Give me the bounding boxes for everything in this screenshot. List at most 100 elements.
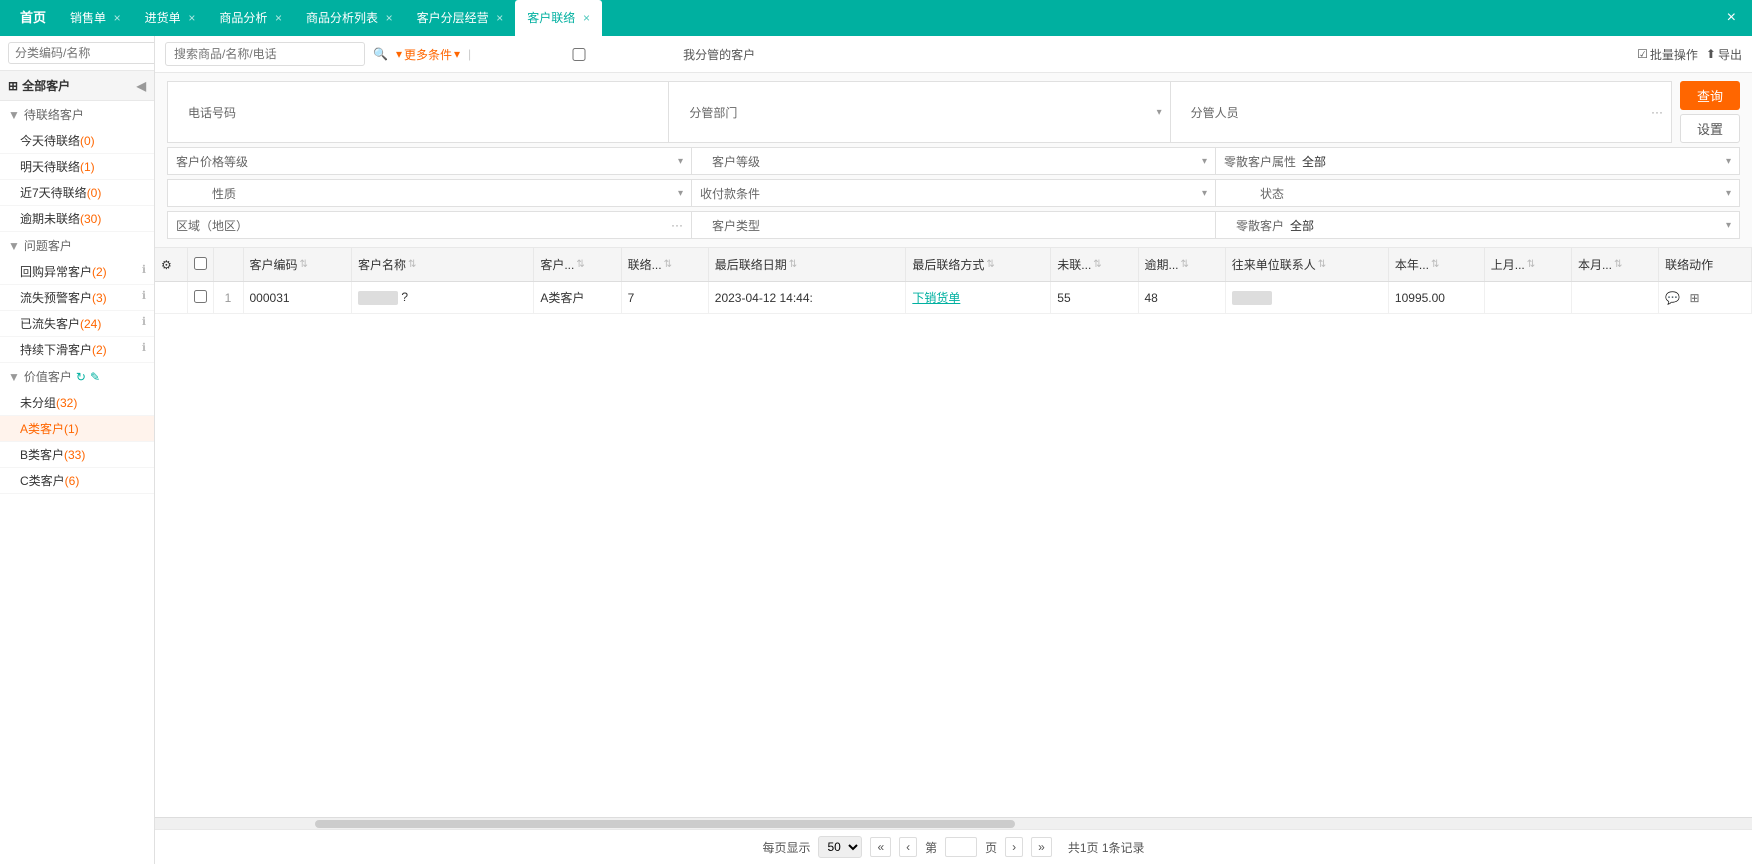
last-page-btn[interactable]: » bbox=[1031, 837, 1052, 857]
sidebar-collapse-icon[interactable] bbox=[137, 79, 146, 93]
edit-icon[interactable]: ✎ bbox=[90, 370, 100, 384]
sidebar-item-holding[interactable]: 持续下滑客户(2) ℹ bbox=[0, 337, 154, 363]
next-page-btn[interactable]: › bbox=[1005, 837, 1023, 857]
sidebar-item-a-class[interactable]: A类客户(1) bbox=[0, 416, 154, 442]
sort-icon-code[interactable]: ⇅ bbox=[300, 259, 308, 270]
sidebar-item-c-class[interactable]: C类客户(6) bbox=[0, 468, 154, 494]
gear-icon[interactable] bbox=[161, 258, 172, 272]
refresh-icon[interactable]: ↻ bbox=[76, 370, 86, 384]
col-this-month[interactable]: 本月... ⇅ bbox=[1571, 248, 1658, 282]
sidebar-item-b-class[interactable]: B类客户(33) bbox=[0, 442, 154, 468]
sort-icon-last-month[interactable]: ⇅ bbox=[1527, 259, 1535, 270]
sort-icon-no-contact[interactable]: ⇅ bbox=[1093, 259, 1101, 270]
col-last-contact-date[interactable]: 最后联络日期 ⇅ bbox=[708, 248, 906, 282]
col-settings[interactable] bbox=[155, 248, 187, 282]
filter-search-icon[interactable]: 🔍 bbox=[373, 47, 388, 61]
region-more-icon[interactable]: ··· bbox=[671, 218, 683, 232]
row-checkbox[interactable] bbox=[194, 290, 207, 303]
filter-icon: ▾ bbox=[396, 47, 402, 61]
sidebar-item-repeat-abnormal[interactable]: 回购异常客户(2) ℹ bbox=[0, 259, 154, 285]
nav-sales[interactable]: 销售单 × bbox=[58, 0, 133, 36]
sort-icon-this-month[interactable]: ⇅ bbox=[1614, 259, 1622, 270]
sidebar-item-near7[interactable]: 近7天待联络(0) bbox=[0, 180, 154, 206]
customer-table: 客户编码 ⇅ 客户名称 ⇅ 客户... bbox=[155, 248, 1752, 314]
search-input[interactable] bbox=[165, 42, 365, 66]
scrollbar-thumb[interactable] bbox=[315, 820, 1015, 828]
sidebar-item-lost[interactable]: 已流失客户(24) ℹ bbox=[0, 311, 154, 337]
first-page-btn[interactable]: « bbox=[870, 837, 891, 857]
sidebar-item-loss-predict[interactable]: 流失预警客户(3) ℹ bbox=[0, 285, 154, 311]
sidebar-item-ungrouped[interactable]: 未分组(32) bbox=[0, 390, 154, 416]
manager-more-icon[interactable]: ··· bbox=[1651, 105, 1663, 119]
qr-icon[interactable]: ⊞ bbox=[1689, 291, 1699, 305]
sort-icon-customer-type[interactable]: ⇅ bbox=[576, 259, 584, 270]
price-level-dropdown-icon[interactable]: ▾ bbox=[678, 156, 683, 167]
nav-product-analysis-list[interactable]: 商品分析列表 × bbox=[294, 0, 405, 36]
batch-operation-btn[interactable]: ☑ 批量操作 bbox=[1637, 46, 1698, 63]
payment-dropdown-icon[interactable]: ▾ bbox=[1202, 188, 1207, 199]
sort-icon-overdue[interactable]: ⇅ bbox=[1181, 259, 1189, 270]
last-contact-method-link[interactable]: 下销货单 bbox=[912, 291, 960, 305]
col-last-contact-method[interactable]: 最后联络方式 ⇅ bbox=[906, 248, 1051, 282]
sort-icon-last-contact-date[interactable]: ⇅ bbox=[789, 259, 797, 270]
nav-purchase[interactable]: 进货单 × bbox=[133, 0, 208, 36]
nav-product-analysis[interactable]: 商品分析 × bbox=[207, 0, 294, 36]
my-customers-checkbox-input[interactable] bbox=[479, 48, 679, 61]
close-product-analysis-tab[interactable]: × bbox=[275, 11, 282, 25]
col-contact[interactable]: 联络... ⇅ bbox=[621, 248, 708, 282]
filter-phone: 电话号码 bbox=[167, 81, 668, 143]
setting-button[interactable]: 设置 bbox=[1680, 114, 1740, 143]
col-this-year[interactable]: 本年... ⇅ bbox=[1388, 248, 1484, 282]
close-customer-contact-tab[interactable]: × bbox=[583, 11, 590, 25]
nav-customer-segment[interactable]: 客户分层经营 × bbox=[405, 0, 516, 36]
window-close-button[interactable]: × bbox=[1719, 9, 1744, 27]
chat-icon[interactable]: 💬 bbox=[1665, 291, 1680, 305]
status-dropdown-icon[interactable]: ▾ bbox=[1726, 188, 1731, 199]
col-no-contact[interactable]: 未联... ⇅ bbox=[1051, 248, 1138, 282]
sort-icon-name[interactable]: ⇅ bbox=[408, 259, 416, 270]
sidebar-item-tomorrow[interactable]: 明天待联络(1) bbox=[0, 154, 154, 180]
my-customers-checkbox[interactable]: 我分管的客户 bbox=[479, 46, 755, 63]
nav-home[interactable]: 首页 bbox=[8, 0, 58, 36]
col-action: 联络动作 bbox=[1659, 248, 1752, 282]
dept-dropdown-icon[interactable]: ▾ bbox=[1157, 107, 1162, 118]
col-last-month[interactable]: 上月... ⇅ bbox=[1484, 248, 1571, 282]
query-button[interactable]: 查询 bbox=[1680, 81, 1740, 110]
sort-icon-contact[interactable]: ⇅ bbox=[664, 259, 672, 270]
retail-attr-dropdown-icon[interactable]: ▾ bbox=[1726, 156, 1731, 167]
col-company-contact[interactable]: 往来单位联系人 ⇅ bbox=[1225, 248, 1388, 282]
page-input[interactable]: 1 bbox=[945, 837, 977, 857]
close-sales-tab[interactable]: × bbox=[114, 11, 121, 25]
row-last-contact-method[interactable]: 下销货单 bbox=[906, 282, 1051, 314]
close-product-analysis-list-tab[interactable]: × bbox=[386, 11, 393, 25]
more-conditions-btn[interactable]: ▾ 更多条件 ▾ bbox=[396, 46, 460, 63]
col-code[interactable]: 客户编码 ⇅ bbox=[243, 248, 352, 282]
sidebar-search-input[interactable] bbox=[8, 42, 155, 64]
export-btn[interactable]: ⬆ 导出 bbox=[1706, 46, 1742, 63]
sort-icon-company-contact[interactable]: ⇅ bbox=[1318, 259, 1326, 270]
col-name[interactable]: 客户名称 ⇅ bbox=[352, 248, 534, 282]
customer-level-dropdown-icon[interactable]: ▾ bbox=[1202, 156, 1207, 167]
horizontal-scrollbar[interactable] bbox=[155, 817, 1752, 829]
sidebar-value-group[interactable]: 价值客户 ↻ ✎ bbox=[0, 363, 154, 390]
sidebar-pending-group[interactable]: 待联络客户 bbox=[0, 101, 154, 128]
sidebar-item-today[interactable]: 今天待联络(0) bbox=[0, 128, 154, 154]
sidebar-item-overdue[interactable]: 逾期未联络(30) bbox=[0, 206, 154, 232]
sidebar-problem-group[interactable]: 问题客户 bbox=[0, 232, 154, 259]
col-customer-type[interactable]: 客户... ⇅ bbox=[534, 248, 621, 282]
problem-arrow-icon bbox=[8, 239, 20, 253]
col-overdue[interactable]: 逾期... ⇅ bbox=[1138, 248, 1225, 282]
sort-icon-last-contact-method[interactable]: ⇅ bbox=[986, 259, 994, 270]
sidebar-all-customers[interactable]: ⊞ 全部客户 bbox=[0, 71, 154, 101]
nav-customer-contact[interactable]: 客户联络 × bbox=[515, 0, 602, 36]
page-size-select[interactable]: 50 bbox=[818, 836, 862, 858]
close-purchase-tab[interactable]: × bbox=[188, 11, 195, 25]
sidebar-search-container: 🔍 bbox=[0, 36, 154, 71]
retail-customer-dropdown-icon[interactable]: ▾ bbox=[1726, 220, 1731, 231]
prev-page-btn[interactable]: ‹ bbox=[899, 837, 917, 857]
filter-retail-attr: 零散客户属性 全部 ▾ bbox=[1215, 147, 1740, 175]
sort-icon-this-year[interactable]: ⇅ bbox=[1431, 259, 1439, 270]
close-customer-segment-tab[interactable]: × bbox=[496, 11, 503, 25]
select-all-checkbox[interactable] bbox=[194, 257, 207, 270]
nature-dropdown-icon[interactable]: ▾ bbox=[678, 188, 683, 199]
